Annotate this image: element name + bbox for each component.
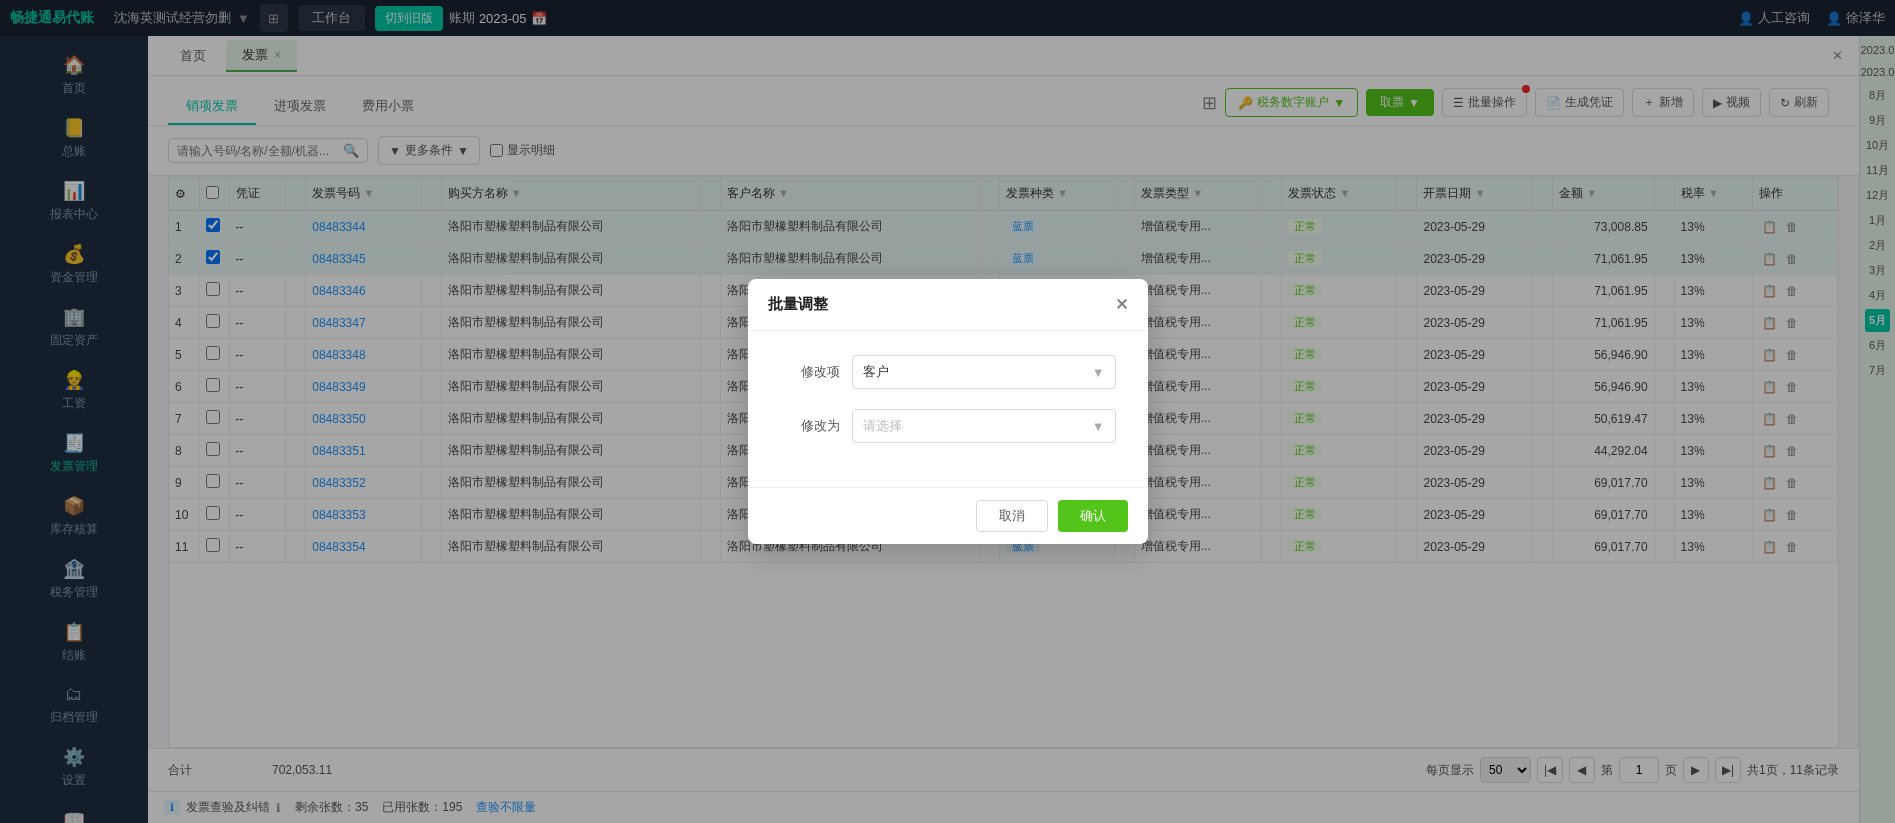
modal-body: 修改项 客户 ▼ 修改为 请选择 ▼ [748, 331, 1148, 487]
batch-adjust-modal: 批量调整 ✕ 修改项 客户 ▼ 修改为 请选择 ▼ 取消 确认 [748, 279, 1148, 544]
modal-title: 批量调整 [768, 295, 828, 314]
modify-field-select[interactable]: 客户 ▼ [852, 355, 1116, 389]
modal-confirm-btn[interactable]: 确认 [1058, 500, 1128, 532]
modal-row-to: 修改为 请选择 ▼ [780, 409, 1116, 443]
modal-header: 批量调整 ✕ [748, 279, 1148, 331]
modal-cancel-btn[interactable]: 取消 [976, 500, 1048, 532]
modify-field-value: 客户 [863, 363, 889, 381]
modify-to-label: 修改为 [780, 417, 840, 435]
modal-close-btn[interactable]: ✕ [1115, 295, 1128, 314]
to-dropdown-icon: ▼ [1092, 419, 1105, 434]
modal-overlay[interactable]: 批量调整 ✕ 修改项 客户 ▼ 修改为 请选择 ▼ 取消 确认 [0, 0, 1895, 823]
modal-footer: 取消 确认 [748, 487, 1148, 544]
field-dropdown-icon: ▼ [1092, 365, 1105, 380]
modify-field-label: 修改项 [780, 363, 840, 381]
modify-to-select[interactable]: 请选择 ▼ [852, 409, 1116, 443]
modify-to-placeholder: 请选择 [863, 417, 902, 435]
modal-row-field: 修改项 客户 ▼ [780, 355, 1116, 389]
